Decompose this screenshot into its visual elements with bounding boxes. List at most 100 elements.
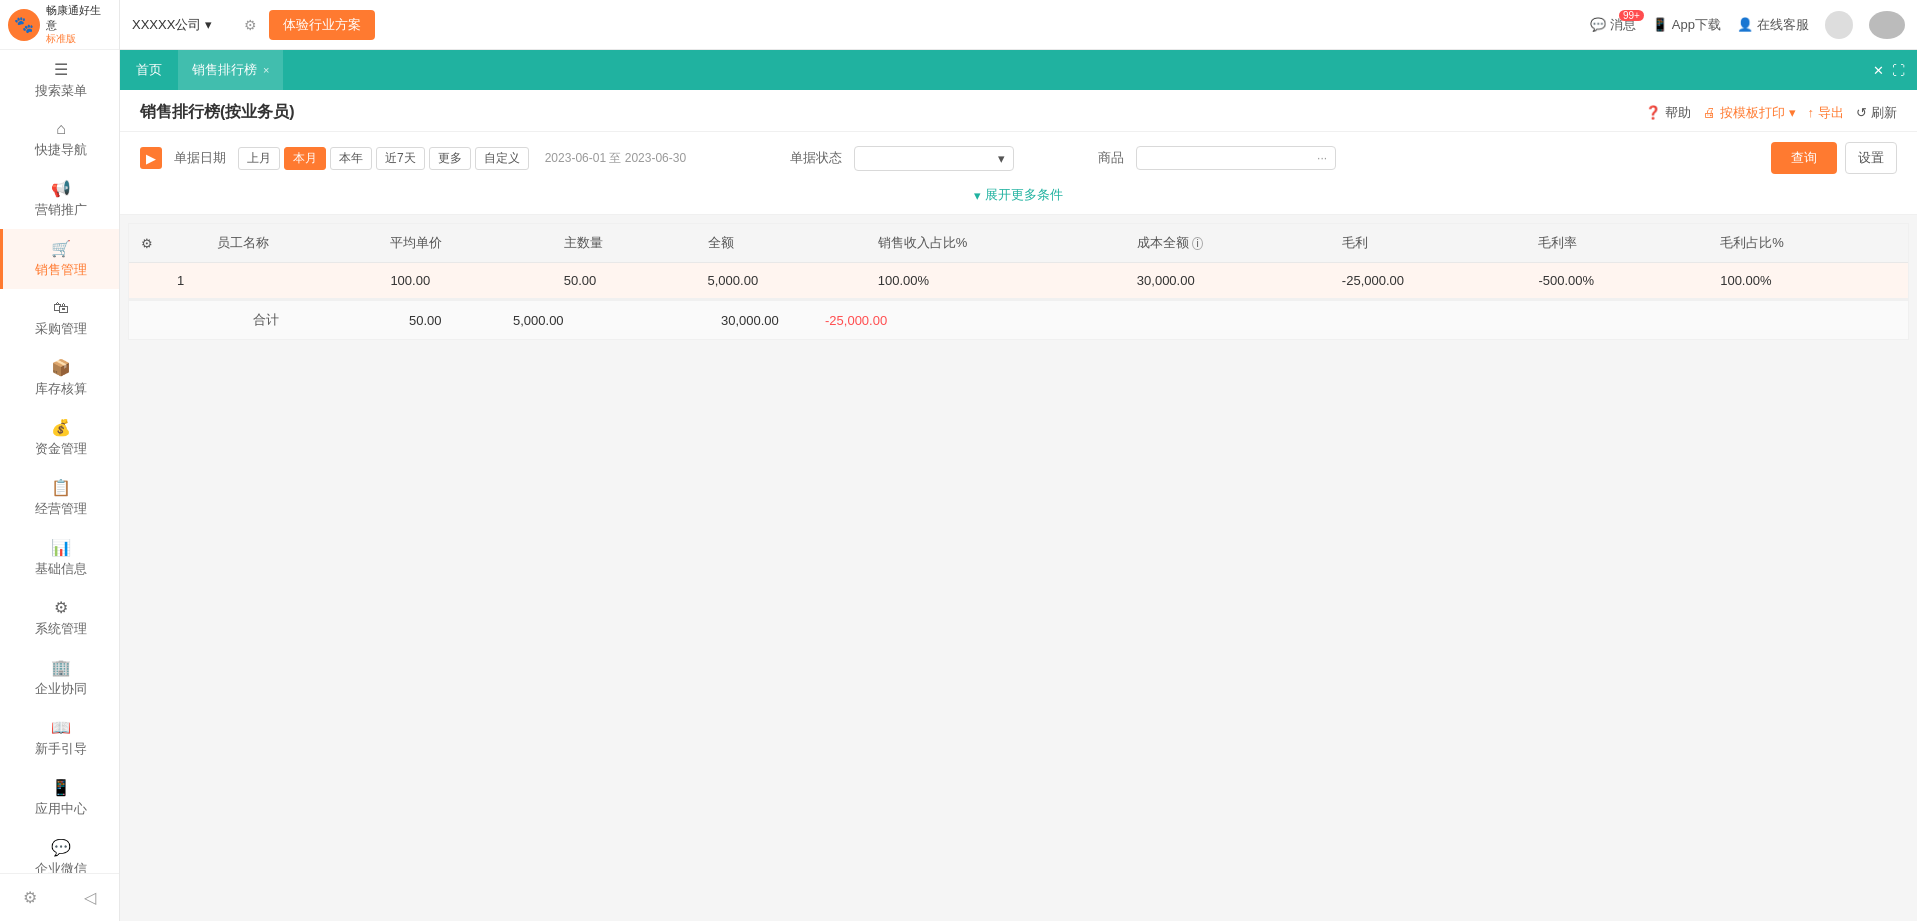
date-btn-last-month[interactable]: 上月 [238,147,280,170]
nav-icon-operations: 📋 [51,478,71,497]
help-icon: ❓ [1645,105,1661,120]
settings-button[interactable]: 设置 [1845,142,1897,174]
tab-home[interactable]: 首页 [120,50,178,90]
date-filter-label: 单据日期 [174,149,226,167]
col-gross-profit: 毛利 [1330,224,1527,263]
sidebar-item-marketing[interactable]: 📢 营销推广 [0,169,119,229]
nav-label-purchase: 采购管理 [35,320,87,338]
sidebar-item-inventory[interactable]: 📦 库存核算 [0,348,119,408]
cell-amount: 5,000.00 [696,263,866,299]
date-btn-more[interactable]: 更多 [429,147,471,170]
print-btn[interactable]: 🖨 按模板打印 ▾ [1703,104,1796,122]
tab-label: 销售排行榜 [192,61,257,79]
avatar[interactable] [1825,11,1853,39]
trial-button[interactable]: 体验行业方案 [269,10,375,40]
cell-gross-rate: -500.00% [1526,263,1708,299]
goods-input-dots[interactable]: ··· [1317,151,1327,165]
sidebar-item-system[interactable]: ⚙ 系统管理 [0,588,119,648]
cell-cost: 30,000.00 [1125,263,1330,299]
nav-icon-base-info: 📊 [51,538,71,557]
cell-employee [205,263,378,299]
col-rank [165,224,205,263]
date-btn-this-year[interactable]: 本年 [330,147,372,170]
tab-sales-ranking[interactable]: 销售排行榜 × [178,50,283,90]
nav-icon-purchase: 🛍 [53,299,69,317]
status-select[interactable]: ▾ [854,146,1014,171]
message-btn[interactable]: 💬 消息 99+ [1590,16,1636,34]
footer-cost: 30,000.00 [721,313,801,328]
sidebar-item-purchase[interactable]: 🛍 采购管理 [0,289,119,348]
nav-icon-system: ⚙ [54,598,68,617]
gear-icon[interactable]: ⚙ [240,13,261,37]
user-name-area [1869,11,1905,39]
page-header: 销售排行榜(按业务员) ❓ 帮助 🖨 按模板打印 ▾ ↑ 导出 ↺ 刷新 [120,90,1917,132]
footer-row: 合计 50.00 5,000.00 30,000.00 -25,000.00 [141,311,1896,329]
nav-icon-guide: 📖 [51,718,71,737]
print-icon: 🖨 [1703,105,1716,120]
collapse-btn[interactable]: ◁ [76,884,104,911]
col-main-qty: 主数量 [552,224,696,263]
sidebar-item-operations[interactable]: 📋 经营管理 [0,468,119,528]
table-wrap: ⚙ 员工名称 平均单价 主数量 全额 销售收入占比% 成本全额 i 毛利 毛利率… [128,223,1909,340]
data-table: ⚙ 员工名称 平均单价 主数量 全额 销售收入占比% 成本全额 i 毛利 毛利率… [129,224,1908,299]
expand-conditions-btn[interactable]: ▾ 展开更多条件 [974,186,1063,204]
sidebar-item-sales[interactable]: 🛒 销售管理 [0,229,119,289]
filter-bar: ▶ 单据日期 上月 本月 本年 近7天 更多 自定义 2023-06-01 至 … [120,132,1917,215]
footer-gross-profit: -25,000.00 [825,313,905,328]
col-avg-price: 平均单价 [378,224,551,263]
status-filter-label: 单据状态 [790,149,842,167]
download-icon: 📱 [1652,17,1668,32]
company-selector[interactable]: XXXXX公司 ▾ [132,16,232,34]
sidebar-item-search-order[interactable]: ☰ 搜索菜单 [0,50,119,110]
logo-area: 🐾 畅康通好生意 标准版 [0,0,119,50]
sidebar-item-enterprise[interactable]: 🏢 企业协同 [0,648,119,708]
date-range-display: 2023-06-01 至 2023-06-30 [545,150,686,167]
nav-icon-search-order: ☰ [54,60,68,79]
cell-sales-pct: 100.00% [866,263,1125,299]
date-btn-custom[interactable]: 自定义 [475,147,529,170]
refresh-btn[interactable]: ↺ 刷新 [1856,104,1897,122]
nav-label-enterprise: 企业协同 [35,680,87,698]
date-btn-7days[interactable]: 近7天 [376,147,425,170]
help-btn[interactable]: ❓ 帮助 [1645,104,1691,122]
window-close-icon[interactable]: ✕ [1873,63,1884,78]
online-support-label: 在线客服 [1757,16,1809,34]
nav-label-app-center: 应用中心 [35,800,87,818]
sidebar-item-app-center[interactable]: 📱 应用中心 [0,768,119,828]
date-btn-this-month[interactable]: 本月 [284,147,326,170]
tabbar: 首页 销售排行榜 × ✕ ⛶ [120,50,1917,90]
cell-avg-price: 100.00 [378,263,551,299]
topbar-right: 💬 消息 99+ 📱 App下载 👤 在线客服 [1590,11,1905,39]
export-icon: ↑ [1808,105,1815,120]
col-gross-pct: 毛利占比% [1708,224,1908,263]
nav-icon-inventory: 📦 [51,358,71,377]
goods-input[interactable]: ··· [1136,146,1336,170]
query-button[interactable]: 查询 [1771,142,1837,174]
page-actions: ❓ 帮助 🖨 按模板打印 ▾ ↑ 导出 ↺ 刷新 [1645,104,1898,122]
filter-row-1: ▶ 单据日期 上月 本月 本年 近7天 更多 自定义 2023-06-01 至 … [140,142,1897,174]
window-expand-icon[interactable]: ⛶ [1892,63,1905,78]
online-support-btn[interactable]: 👤 在线客服 [1737,16,1809,34]
table-row: 1 100.00 50.00 5,000.00 100.00% 30,000.0… [129,263,1908,299]
col-settings[interactable]: ⚙ [129,224,165,263]
sidebar-item-quick-nav[interactable]: ⌂ 快捷导航 [0,110,119,169]
refresh-icon: ↺ [1856,105,1867,120]
sidebar-item-base-info[interactable]: 📊 基础信息 [0,528,119,588]
cell-icon [129,263,165,299]
sidebar-item-finance[interactable]: 💰 资金管理 [0,408,119,468]
date-buttons: 上月 本月 本年 近7天 更多 自定义 [238,147,529,170]
settings-bottom-btn[interactable]: ⚙ [15,884,45,911]
logo-icon: 🐾 [8,9,40,41]
sidebar-nav: ☰ 搜索菜单 ⌂ 快捷导航 📢 营销推广 🛒 销售管理 🛍 采购管理 📦 库存核… [0,50,119,873]
sidebar-item-guide[interactable]: 📖 新手引导 [0,708,119,768]
app-download-btn[interactable]: 📱 App下载 [1652,16,1721,34]
cell-gross-profit: -25,000.00 [1330,263,1527,299]
col-sales-pct: 销售收入占比% [866,224,1125,263]
tab-close-icon[interactable]: × [263,64,269,76]
nav-label-wechat: 企业微信 [35,860,87,873]
nav-label-sales: 销售管理 [35,261,87,279]
export-btn[interactable]: ↑ 导出 [1808,104,1845,122]
filter-toggle-btn[interactable]: ▶ [140,147,162,169]
nav-label-search-order: 搜索菜单 [35,82,87,100]
sidebar-item-wechat[interactable]: 💬 企业微信 [0,828,119,873]
